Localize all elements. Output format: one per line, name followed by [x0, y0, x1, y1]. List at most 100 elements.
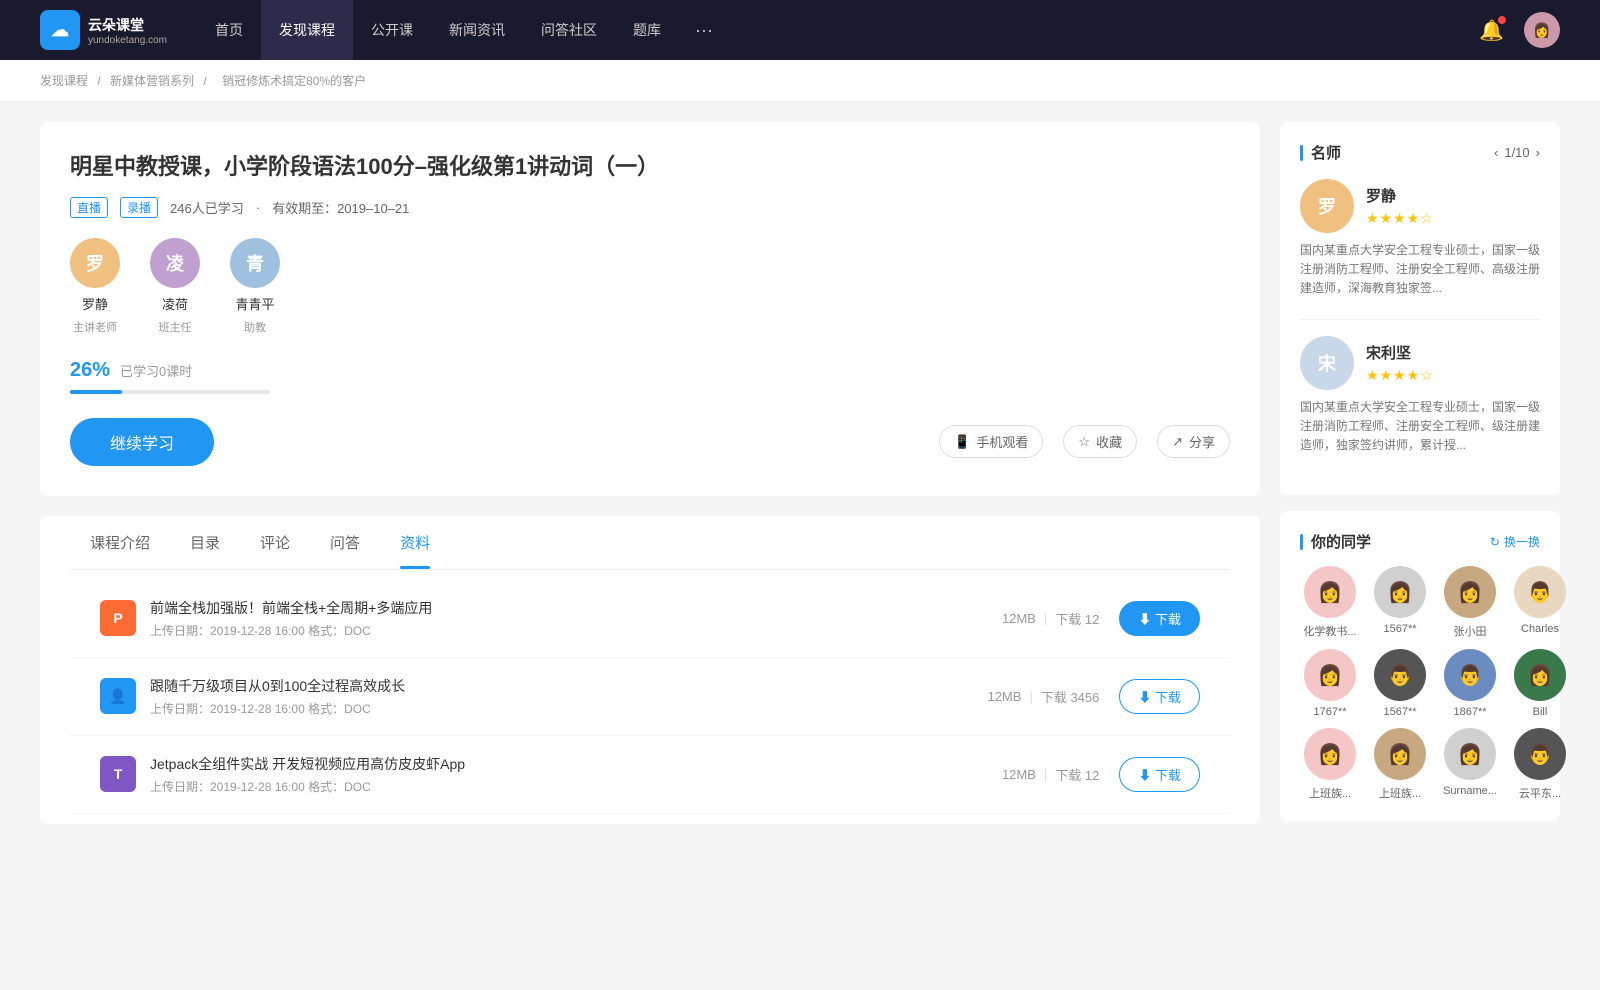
nav-item-news[interactable]: 新闻资讯 — [431, 0, 523, 60]
user-avatar[interactable]: 👩 — [1524, 12, 1560, 48]
download-button-2[interactable]: ⬇ 下载 — [1119, 757, 1200, 792]
classmate-item-4: 👩 1767** — [1300, 649, 1360, 718]
classmate-avatar-5: 👨 — [1374, 649, 1426, 701]
mobile-icon: 📱 — [954, 434, 970, 450]
classmate-name-8: 上班族... — [1300, 785, 1360, 801]
tab-qa[interactable]: 问答 — [310, 516, 380, 569]
notification-bell[interactable]: 🔔 — [1479, 18, 1504, 43]
progress-label: 已学习0课时 — [120, 361, 192, 380]
classmate-avatar-3: 👨 — [1514, 566, 1566, 618]
classmate-name-2: 张小田 — [1440, 623, 1500, 639]
download-button-0[interactable]: ⬇ 下载 — [1119, 601, 1200, 636]
file-item-2: T Jetpack全组件实战 开发短视频应用高仿皮皮虾App 上传日期：2019… — [70, 736, 1230, 814]
teacher-name-1: 凌荷 — [162, 294, 188, 313]
logo-icon: ☁ — [40, 10, 80, 50]
sidebar-teacher-info-0: 罗静 ★★★★☆ — [1366, 185, 1540, 227]
favorite-button[interactable]: ☆ 收藏 — [1063, 425, 1137, 458]
sidebar-teacher-header-0: 罗 罗静 ★★★★☆ — [1300, 179, 1540, 233]
mobile-view-button[interactable]: 📱 手机观看 — [939, 425, 1043, 458]
nav-item-open[interactable]: 公开课 — [353, 0, 431, 60]
download-button-1[interactable]: ⬇ 下载 — [1119, 679, 1200, 714]
sidebar-teacher-desc-0: 国内某重点大学安全工程专业硕士，国家一级注册消防工程师、注册安全工程师、高级注册… — [1300, 241, 1540, 299]
file-size-2: 12MB — [1002, 767, 1036, 782]
file-size-1: 12MB — [987, 689, 1021, 704]
teacher-role-1: 班主任 — [159, 319, 192, 335]
tabs-section: 课程介绍 目录 评论 问答 资料 P 前端全栈加强版！前端全栈+全周期+多端应用… — [40, 516, 1260, 824]
classmate-name-11: 云平东... — [1510, 785, 1570, 801]
notification-dot — [1498, 16, 1506, 24]
action-buttons: 📱 手机观看 ☆ 收藏 ↗ 分享 — [939, 425, 1230, 458]
sidebar-teacher-name-1: 宋利坚 — [1366, 342, 1540, 363]
tab-intro[interactable]: 课程介绍 — [70, 516, 170, 569]
course-actions: 继续学习 📱 手机观看 ☆ 收藏 ↗ 分享 — [70, 418, 1230, 466]
classmate-avatar-0: 👩 — [1304, 566, 1356, 618]
nav-item-qa[interactable]: 问答社区 — [523, 0, 615, 60]
file-stats-0: 12MB | 下载 12 — [1002, 609, 1099, 628]
continue-learning-button[interactable]: 继续学习 — [70, 418, 214, 466]
progress-percent: 26% — [70, 359, 110, 382]
teacher-role-2: 助教 — [244, 319, 266, 335]
teacher-item-2: 青 青青平 助教 — [230, 238, 280, 335]
teachers-row: 罗 罗静 主讲老师 凌 凌荷 班主任 青 青青平 助教 — [70, 238, 1230, 335]
next-page-button[interactable]: › — [1536, 145, 1540, 160]
sidebar-teacher-info-1: 宋利坚 ★★★★☆ — [1366, 342, 1540, 384]
share-label: 分享 — [1189, 432, 1215, 451]
main-layout: 明星中教授课，小学阶段语法100分–强化级第1讲动词（一） 直播 录播 246人… — [0, 102, 1600, 857]
classmate-item-1: 👩 1567** — [1370, 566, 1430, 639]
classmate-item-10: 👩 Surname... — [1440, 728, 1500, 801]
logo[interactable]: ☁ 云朵课堂 yundoketang.com — [40, 10, 167, 50]
nav-item-home[interactable]: 首页 — [197, 0, 261, 60]
teacher-role-0: 主讲老师 — [73, 319, 117, 335]
refresh-icon: ↻ — [1490, 535, 1500, 549]
tab-materials[interactable]: 资料 — [380, 516, 450, 569]
classmate-name-9: 上班族... — [1370, 785, 1430, 801]
file-stats-1: 12MB | 下载 3456 — [987, 687, 1099, 706]
prev-page-button[interactable]: ‹ — [1494, 145, 1498, 160]
nav-item-more[interactable]: ··· — [679, 0, 729, 60]
tab-reviews[interactable]: 评论 — [240, 516, 310, 569]
file-downloads-1: 下载 3456 — [1041, 687, 1100, 706]
refresh-classmates-button[interactable]: ↻ 换一换 — [1490, 533, 1540, 550]
nav-item-discover[interactable]: 发现课程 — [261, 0, 353, 60]
teacher-item-0: 罗 罗静 主讲老师 — [70, 238, 120, 335]
file-downloads-0: 下载 12 — [1055, 609, 1099, 628]
file-info-1: 跟随千万级项目从0到100全过程高效成长 上传日期：2019-12-28 16:… — [150, 676, 987, 717]
title-accent — [1300, 145, 1303, 161]
classmate-name-6: 1867** — [1440, 706, 1500, 718]
classmate-name-10: Surname... — [1440, 785, 1500, 797]
classmates-title: 你的同学 — [1300, 531, 1371, 552]
logo-text: 云朵课堂 yundoketang.com — [88, 15, 167, 46]
course-title: 明星中教授课，小学阶段语法100分–强化级第1讲动词（一） — [70, 152, 1230, 183]
course-students: 246人已学习 — [170, 198, 244, 217]
classmate-name-5: 1567** — [1370, 706, 1430, 718]
sidebar-teacher-stars-0: ★★★★☆ — [1366, 210, 1540, 227]
classmate-item-8: 👩 上班族... — [1300, 728, 1360, 801]
mobile-label: 手机观看 — [976, 432, 1028, 451]
progress-bar-fill — [70, 390, 122, 394]
nav-item-exam[interactable]: 题库 — [615, 0, 679, 60]
tab-catalog[interactable]: 目录 — [170, 516, 240, 569]
breadcrumb: 发现课程 / 新媒体营销系列 / 销冠修炼术搞定80%的客户 — [0, 60, 1600, 102]
file-icon-0: P — [100, 600, 136, 636]
sidebar-teacher-stars-1: ★★★★☆ — [1366, 367, 1540, 384]
breadcrumb-link-series[interactable]: 新媒体营销系列 — [110, 74, 194, 88]
classmate-item-9: 👩 上班族... — [1370, 728, 1430, 801]
file-name-2: Jetpack全组件实战 开发短视频应用高仿皮皮虾App — [150, 754, 1002, 774]
file-name-1: 跟随千万级项目从0到100全过程高效成长 — [150, 676, 987, 696]
teachers-sidebar-title: 名师 — [1311, 142, 1341, 163]
sidebar-right: 名师 ‹ 1/10 › 罗 罗静 ★★★★☆ 国内某重点大学安全工程专业硕士， — [1280, 122, 1560, 837]
teacher-avatar-2: 青 — [230, 238, 280, 288]
file-info-0: 前端全栈加强版！前端全栈+全周期+多端应用 上传日期：2019-12-28 16… — [150, 598, 1002, 639]
classmate-item-11: 👨 云平东... — [1510, 728, 1570, 801]
tag-live: 直播 — [70, 197, 108, 218]
breadcrumb-link-discover[interactable]: 发现课程 — [40, 74, 88, 88]
teachers-card-header: 名师 ‹ 1/10 › — [1300, 142, 1540, 163]
progress-section: 26% 已学习0课时 — [70, 359, 1230, 394]
teacher-item-1: 凌 凌荷 班主任 — [150, 238, 200, 335]
page-info: 1/10 — [1504, 145, 1529, 160]
file-size-0: 12MB — [1002, 611, 1036, 626]
classmate-item-2: 👩 张小田 — [1440, 566, 1500, 639]
file-info-2: Jetpack全组件实战 开发短视频应用高仿皮皮虾App 上传日期：2019-1… — [150, 754, 1002, 795]
share-button[interactable]: ↗ 分享 — [1157, 425, 1230, 458]
classmate-name-3: Charles — [1510, 623, 1570, 635]
